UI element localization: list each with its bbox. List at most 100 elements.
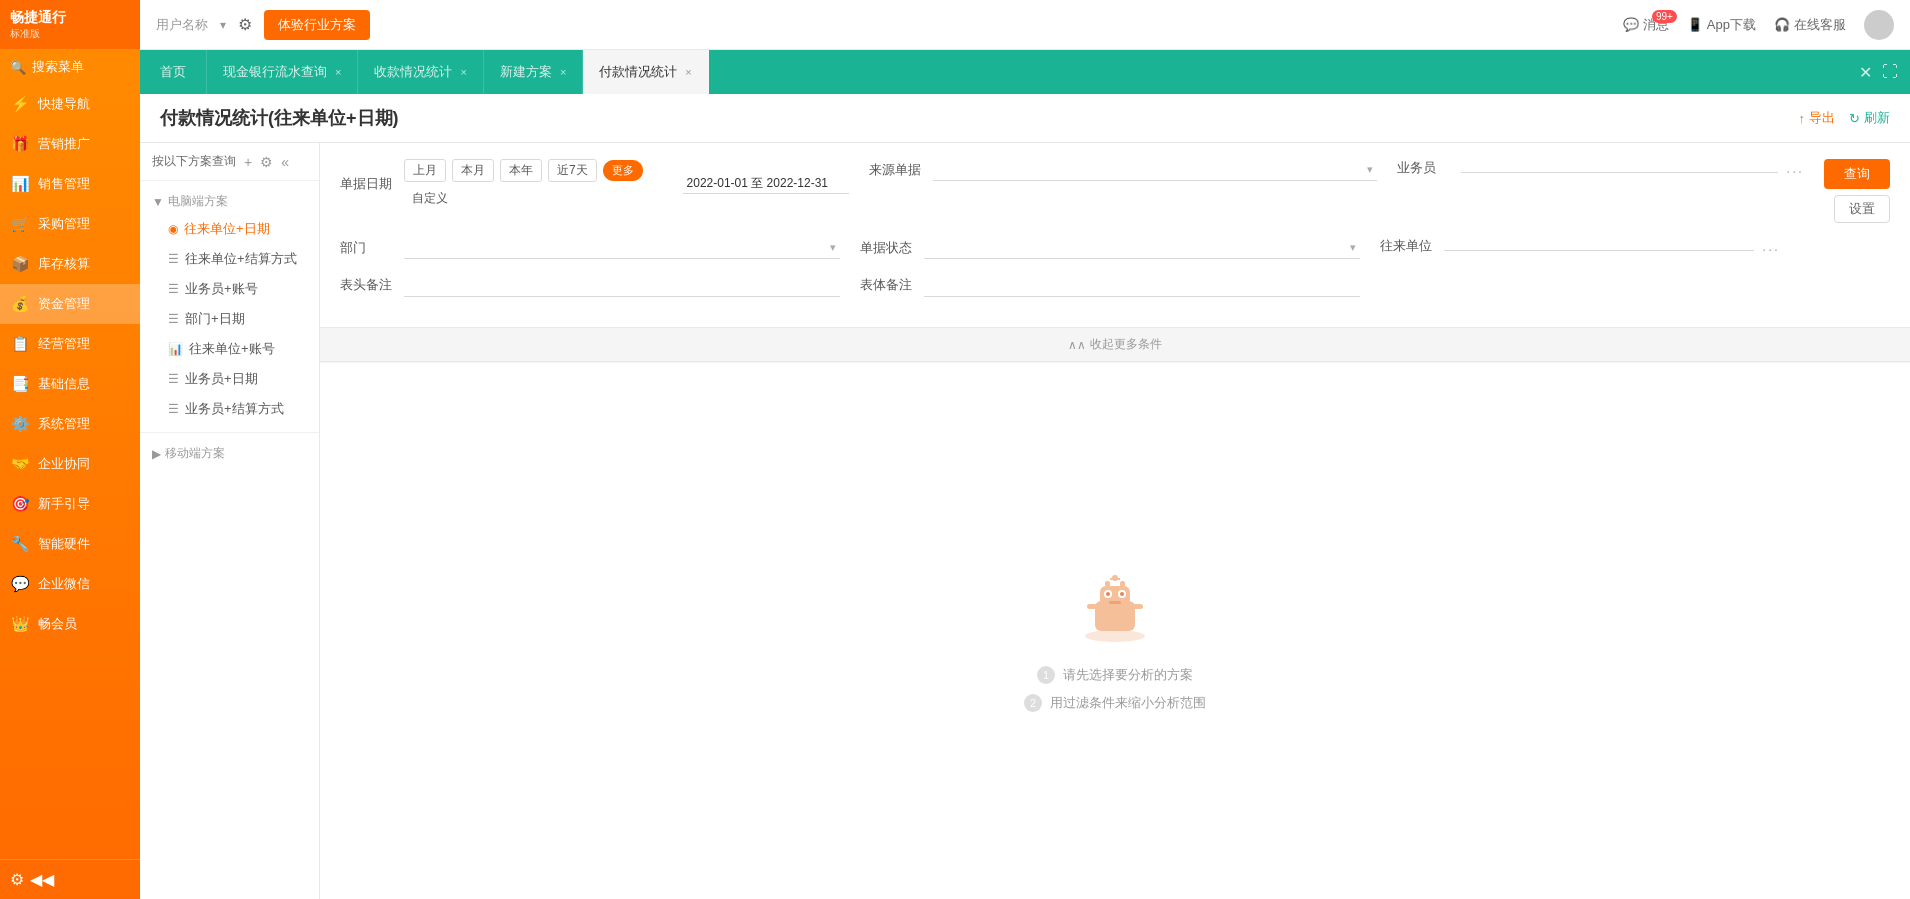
filter-cell-body-note: 表体备注 — [860, 273, 1360, 297]
tab-payment-label: 付款情况统计 — [599, 63, 677, 81]
scheme-mobile-title: ▶ 移动端方案 — [140, 441, 319, 466]
refresh-button[interactable]: ↻ 刷新 — [1849, 109, 1890, 127]
staff-dots-button[interactable]: ... — [1786, 160, 1804, 176]
main-body: 单据日期 上月 本月 本年 近7天 更多 自定义 — [320, 143, 1910, 899]
sidebar-item-guide[interactable]: 🎯 新手引导 — [0, 484, 140, 524]
tab-receipt[interactable]: 收款情况统计 × — [358, 50, 483, 94]
date-quick-buttons: 上月 本月 本年 近7天 更多 自定义 — [404, 159, 677, 209]
sidebar-item-operation[interactable]: 📋 经营管理 — [0, 324, 140, 364]
date-btn-more[interactable]: 更多 — [603, 160, 643, 181]
collapse-button[interactable]: ∧∧ 收起更多条件 — [1068, 336, 1162, 353]
sidebar-item-cooperation[interactable]: 🤝 企业协同 — [0, 444, 140, 484]
sidebar-item-purchase[interactable]: 🛒 采购管理 — [0, 204, 140, 244]
svg-rect-10 — [1105, 581, 1110, 587]
sidebar-item-finance[interactable]: 💰 资金管理 — [0, 284, 140, 324]
sidebar-item-nav[interactable]: ⚡ 快捷导航 — [0, 84, 140, 124]
hardware-icon: 🔧 — [10, 534, 30, 554]
tab-new-scheme[interactable]: 新建方案 × — [484, 50, 583, 94]
svg-point-5 — [1106, 592, 1110, 596]
app-download-label: App下载 — [1707, 16, 1756, 34]
filter-row-3: 表头备注 表体备注 — [340, 273, 1890, 297]
scheme-item-staff-account-label: 业务员+账号 — [185, 280, 258, 298]
sidebar-item-marketing[interactable]: 🎁 营销推广 — [0, 124, 140, 164]
scheme-item-staff-date-icon: ☰ — [168, 372, 179, 386]
export-button[interactable]: ↑ 导出 — [1799, 109, 1836, 127]
scheme-add-icon[interactable]: + — [244, 154, 252, 170]
scheme-item-party-date[interactable]: ◉ 往来单位+日期 — [140, 214, 319, 244]
sidebar-settings-icon[interactable]: ⚙ — [10, 870, 24, 889]
tab-receipt-close-icon[interactable]: × — [460, 66, 466, 78]
date-range-input[interactable] — [683, 175, 849, 194]
query-button[interactable]: 查询 — [1824, 159, 1890, 189]
party-select[interactable] — [1444, 242, 1754, 251]
dept-select[interactable]: ▾ — [404, 237, 840, 259]
sidebar-item-wechat[interactable]: 💬 企业微信 — [0, 564, 140, 604]
tabbar-close-icon[interactable]: ✕ — [1859, 63, 1872, 82]
tab-bank-close-icon[interactable]: × — [335, 66, 341, 78]
wechat-icon: 💬 — [10, 574, 30, 594]
scheme-item-staff-date-label: 业务员+日期 — [185, 370, 258, 388]
scheme-item-staff-account[interactable]: ☰ 业务员+账号 — [140, 274, 319, 304]
topbar-avatar[interactable] — [1864, 10, 1894, 40]
scheme-item-party-settlement[interactable]: ☰ 往来单位+结算方式 — [140, 244, 319, 274]
message-badge: 99+ — [1652, 10, 1677, 23]
search-icon: 🔍 — [10, 60, 26, 75]
svg-point-6 — [1120, 592, 1124, 596]
tabbar-right: ✕ ⛶ — [1847, 50, 1910, 94]
svg-point-0 — [1085, 630, 1145, 642]
tab-bank[interactable]: 现金银行流水查询 × — [207, 50, 358, 94]
tab-home-label: 首页 — [160, 63, 186, 81]
filter-cell-date: 单据日期 上月 本月 本年 近7天 更多 自定义 — [340, 159, 849, 209]
tab-receipt-label: 收款情况统计 — [374, 63, 452, 81]
scheme-panel-header-text: 按以下方案查询 — [152, 153, 236, 170]
sidebar-search[interactable]: 🔍 搜索菜单 — [0, 50, 140, 84]
settings-button[interactable]: 设置 — [1834, 195, 1890, 223]
date-btn-last-month[interactable]: 上月 — [404, 159, 446, 182]
body-note-input[interactable] — [924, 273, 1360, 297]
tab-home[interactable]: 首页 — [140, 50, 207, 94]
header-note-input[interactable] — [404, 273, 840, 297]
topbar-message[interactable]: 💬 消息 99+ — [1623, 16, 1669, 34]
sidebar: 畅捷通行 标准版 🔍 搜索菜单 ⚡ 快捷导航 🎁 营销推广 📊 销售管理 🛒 采… — [0, 0, 140, 899]
sidebar-item-basic[interactable]: 📑 基础信息 — [0, 364, 140, 404]
topbar-gear-icon[interactable]: ⚙ — [238, 15, 252, 34]
source-select[interactable]: ▾ — [933, 159, 1378, 181]
staff-select[interactable] — [1461, 164, 1778, 173]
date-custom-label[interactable]: 自定义 — [404, 188, 456, 209]
scheme-settings-icon[interactable]: ⚙ — [260, 154, 273, 170]
voucher-status-select[interactable]: ▾ — [924, 237, 1360, 259]
scheme-item-staff-date[interactable]: ☰ 业务员+日期 — [140, 364, 319, 394]
sidebar-item-sales[interactable]: 📊 销售管理 — [0, 164, 140, 204]
scheme-mobile-arrow: ▶ — [152, 447, 161, 461]
date-btn-7days[interactable]: 近7天 — [548, 159, 597, 182]
tabbar-fullscreen-icon[interactable]: ⛶ — [1882, 63, 1898, 81]
scheme-collapse-icon[interactable]: « — [281, 154, 289, 170]
scheme-item-staff-settlement[interactable]: ☰ 业务员+结算方式 — [140, 394, 319, 424]
topbar-app-download[interactable]: 📱 App下载 — [1687, 16, 1756, 34]
refresh-label: 刷新 — [1864, 109, 1890, 127]
scheme-item-dept-date-icon: ☰ — [168, 312, 179, 326]
trial-button[interactable]: 体验行业方案 — [264, 10, 370, 40]
marketing-icon: 🎁 — [10, 134, 30, 154]
tab-payment[interactable]: 付款情况统计 × — [583, 50, 708, 94]
page-title: 付款情况统计(往来单位+日期) — [160, 106, 399, 130]
step-1-text: 请先选择要分析的方案 — [1063, 666, 1193, 684]
scheme-item-staff-settlement-label: 业务员+结算方式 — [185, 400, 284, 418]
step-1-number: 1 — [1037, 666, 1055, 684]
party-label: 往来单位 — [1380, 237, 1436, 255]
date-btn-this-month[interactable]: 本月 — [452, 159, 494, 182]
sidebar-item-hardware[interactable]: 🔧 智能硬件 — [0, 524, 140, 564]
scheme-item-dept-date[interactable]: ☰ 部门+日期 — [140, 304, 319, 334]
sidebar-item-inventory[interactable]: 📦 库存核算 — [0, 244, 140, 284]
sidebar-collapse-icon[interactable]: ◀◀ — [30, 870, 54, 889]
scheme-item-party-account[interactable]: 📊 往来单位+账号 — [140, 334, 319, 364]
tab-new-scheme-close-icon[interactable]: × — [560, 66, 566, 78]
sidebar-item-system[interactable]: ⚙️ 系统管理 — [0, 404, 140, 444]
scheme-desktop-section: ▼ 电脑端方案 ◉ 往来单位+日期 ☰ 往来单位+结算方式 ☰ 业务员+账号 — [140, 181, 319, 432]
date-btn-this-year[interactable]: 本年 — [500, 159, 542, 182]
party-dots-button[interactable]: ... — [1762, 238, 1780, 254]
sidebar-item-member[interactable]: 👑 畅会员 — [0, 604, 140, 644]
scheme-item-party-account-icon: 📊 — [168, 342, 183, 356]
topbar-online-service[interactable]: 🎧 在线客服 — [1774, 16, 1846, 34]
tab-payment-close-icon[interactable]: × — [685, 66, 691, 78]
